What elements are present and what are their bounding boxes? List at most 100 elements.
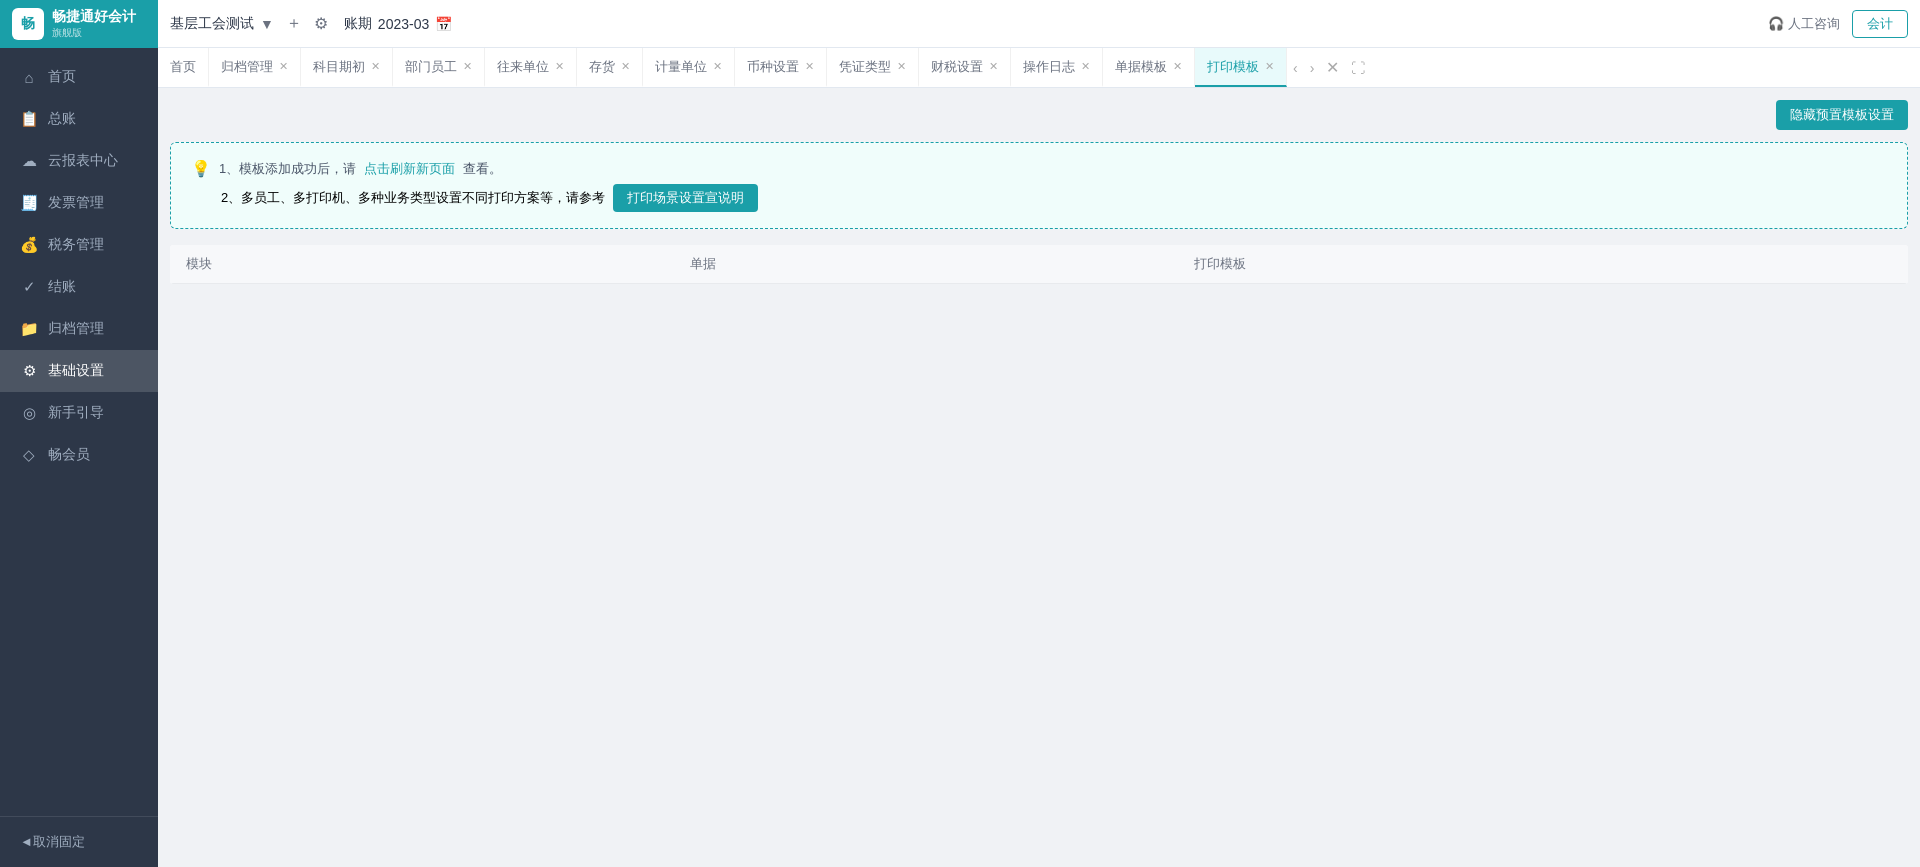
tab-label-oplog: 操作日志	[1023, 58, 1075, 76]
reports-icon: ☁	[20, 152, 38, 170]
sidebar-footer[interactable]: ◄取消固定	[0, 816, 158, 867]
tab-close-all-icon[interactable]: ✕	[1320, 58, 1345, 77]
tab-label-archive: 归档管理	[221, 58, 273, 76]
calendar-icon[interactable]: 📅	[435, 16, 452, 32]
sidebar-label-settings: 基础设置	[48, 362, 104, 380]
sidebar-item-archive[interactable]: 📁 归档管理	[0, 308, 158, 350]
tab-label-singledoc: 单据模板	[1115, 58, 1167, 76]
tip1-link[interactable]: 点击刷新新页面	[364, 160, 455, 178]
tab-label-dept: 部门员工	[405, 58, 457, 76]
logo-icon: 畅	[12, 8, 44, 40]
tab-dept[interactable]: 部门员工 ✕	[393, 48, 485, 87]
period-label: 账期	[344, 15, 372, 33]
tab-partner[interactable]: 往来单位 ✕	[485, 48, 577, 87]
sidebar-item-reports[interactable]: ☁ 云报表中心	[0, 140, 158, 182]
company-dropdown-icon[interactable]: ▼	[260, 16, 274, 32]
info-box: 💡 1、模板添加成功后，请 点击刷新新页面 查看。 2、多员工、多打印机、多种业…	[170, 142, 1908, 229]
tab-singledoc[interactable]: 单据模板 ✕	[1103, 48, 1195, 87]
tab-subject[interactable]: 科目期初 ✕	[301, 48, 393, 87]
topbar-settings-icon[interactable]: ⚙	[314, 14, 328, 33]
content-table: 模块 单据 打印模板	[170, 245, 1908, 284]
unpin-label: ◄取消固定	[20, 833, 85, 851]
tab-label-home: 首页	[170, 58, 196, 76]
company-name: 基层工会测试	[170, 15, 254, 33]
sidebar-item-home[interactable]: ⌂ 首页	[0, 56, 158, 98]
tab-prev-icon[interactable]: ‹	[1287, 60, 1304, 76]
main-content: 隐藏预置模板设置 💡 1、模板添加成功后，请 点击刷新新页面 查看。 2、多员工…	[158, 88, 1920, 867]
tab-close-inventory[interactable]: ✕	[621, 61, 630, 72]
sidebar-label-archive: 归档管理	[48, 320, 104, 338]
sidebar-label-home: 首页	[48, 68, 76, 86]
tip2-text: 2、多员工、多打印机、多种业务类型设置不同打印方案等，请参考	[221, 189, 605, 207]
col-document: 单据	[674, 245, 1178, 284]
header-row: 隐藏预置模板设置	[170, 100, 1908, 142]
tab-close-dept[interactable]: ✕	[463, 61, 472, 72]
tab-printtemplate[interactable]: 打印模板 ✕	[1195, 48, 1287, 87]
tab-label-inventory: 存货	[589, 58, 615, 76]
tab-close-unit[interactable]: ✕	[713, 61, 722, 72]
tab-close-singledoc[interactable]: ✕	[1173, 61, 1182, 72]
tab-close-currency[interactable]: ✕	[805, 61, 814, 72]
tab-label-tax: 财税设置	[931, 58, 983, 76]
sidebar-item-closing[interactable]: ✓ 结账	[0, 266, 158, 308]
sidebar-item-ledger[interactable]: 📋 总账	[0, 98, 158, 140]
tab-expand-icon[interactable]: ⛶	[1345, 60, 1371, 76]
tip1-post: 查看。	[463, 160, 502, 178]
tab-close-archive[interactable]: ✕	[279, 61, 288, 72]
sidebar-label-reports: 云报表中心	[48, 152, 118, 170]
sidebar-logo: 畅 畅捷通好会计 旗舰版	[0, 0, 158, 48]
member-icon: ◇	[20, 446, 38, 464]
sidebar-item-invoice[interactable]: 🧾 发票管理	[0, 182, 158, 224]
tab-currency[interactable]: 币种设置✕	[735, 48, 827, 87]
tab-label-printtemplate: 打印模板	[1207, 58, 1259, 76]
archive-icon: 📁	[20, 320, 38, 338]
tab-home[interactable]: 首页	[158, 48, 209, 87]
logo-text: 畅捷通好会计 旗舰版	[52, 8, 136, 40]
invoice-icon: 🧾	[20, 194, 38, 212]
tab-archive[interactable]: 归档管理 ✕	[209, 48, 301, 87]
tab-label-subject: 科目期初	[313, 58, 365, 76]
tab-close-printtemplate[interactable]: ✕	[1265, 61, 1274, 72]
support-label: 人工咨询	[1788, 15, 1840, 33]
headset-icon: 🎧	[1768, 16, 1784, 31]
tab-voucher[interactable]: 凭证类型 ✕	[827, 48, 919, 87]
tab-inventory[interactable]: 存货 ✕	[577, 48, 643, 87]
home-icon: ⌂	[20, 68, 38, 86]
bulb-icon: 💡	[191, 159, 211, 178]
sidebar-item-settings[interactable]: ⚙ 基础设置	[0, 350, 158, 392]
closing-icon: ✓	[20, 278, 38, 296]
tab-next-icon[interactable]: ›	[1304, 60, 1321, 76]
topbar-right: 🎧 人工咨询 会计	[1768, 10, 1908, 38]
add-company-icon[interactable]: ＋	[282, 13, 306, 34]
tab-close-voucher[interactable]: ✕	[897, 61, 906, 72]
user-button[interactable]: 会计	[1852, 10, 1908, 38]
tab-tax[interactable]: 财税设置 ✕	[919, 48, 1011, 87]
tab-close-partner[interactable]: ✕	[555, 61, 564, 72]
ledger-icon: 📋	[20, 110, 38, 128]
period-value: 2023-03	[378, 16, 429, 32]
sidebar-item-guide[interactable]: ◎ 新手引导	[0, 392, 158, 434]
tab-close-oplog[interactable]: ✕	[1081, 61, 1090, 72]
tab-close-tax[interactable]: ✕	[989, 61, 998, 72]
tab-oplog[interactable]: 操作日志 ✕	[1011, 48, 1103, 87]
logo-title: 畅捷通好会计	[52, 8, 136, 26]
hide-template-btn[interactable]: 隐藏预置模板设置	[1776, 100, 1908, 130]
tab-unit[interactable]: 计量单位✕	[643, 48, 735, 87]
sidebar-item-member[interactable]: ◇ 畅会员	[0, 434, 158, 476]
sidebar: 畅 畅捷通好会计 旗舰版 ⌂ 首页 📋 总账 ☁ 云报表中心 🧾 发票管理 💰 …	[0, 0, 158, 867]
sidebar-nav: ⌂ 首页 📋 总账 ☁ 云报表中心 🧾 发票管理 💰 税务管理 ✓ 结账 📁 归…	[0, 48, 158, 816]
print-scene-btn[interactable]: 打印场景设置宣说明	[613, 184, 758, 212]
sidebar-label-guide: 新手引导	[48, 404, 104, 422]
sidebar-item-tax[interactable]: 💰 税务管理	[0, 224, 158, 266]
tabbar: 首页归档管理✕科目期初✕部门员工✕往来单位✕存货✕计量单位✕币种设置✕凭证类型✕…	[158, 48, 1920, 88]
col-template: 打印模板	[1178, 245, 1908, 284]
topbar: 基层工会测试 ▼ ＋ ⚙ 账期 2023-03 📅 🎧 人工咨询 会计	[158, 0, 1920, 48]
support-btn[interactable]: 🎧 人工咨询	[1768, 15, 1840, 33]
table-header: 模块 单据 打印模板	[170, 245, 1908, 284]
tip1-pre: 1、模板添加成功后，请	[219, 160, 356, 178]
logo-sub: 旗舰版	[52, 26, 136, 40]
col-module: 模块	[170, 245, 674, 284]
tab-label-voucher: 凭证类型	[839, 58, 891, 76]
tab-label-partner: 往来单位	[497, 58, 549, 76]
tab-close-subject[interactable]: ✕	[371, 61, 380, 72]
